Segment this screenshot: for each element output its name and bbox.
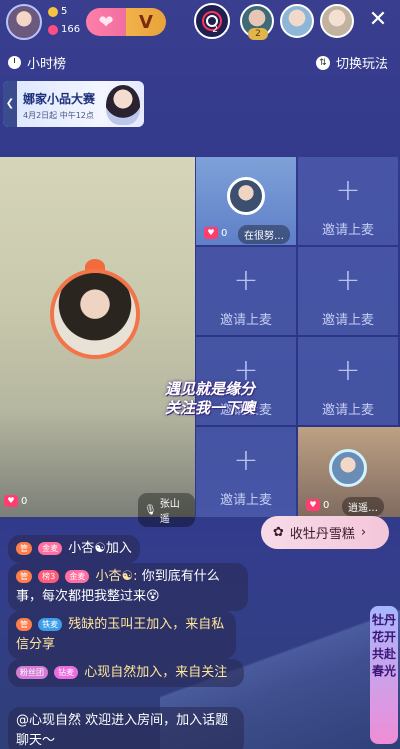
seat-name-tag: 逍遥…: [342, 497, 384, 516]
gold-mic-badge: 金麦: [65, 570, 90, 583]
diamond-mic-badge: 钻麦: [54, 666, 79, 679]
invite-label: 邀请上麦: [321, 403, 374, 418]
seat-8[interactable]: ♥ 0 逍遥…: [298, 427, 400, 517]
switch-mode-button[interactable]: ⇅ 切换玩法: [315, 53, 388, 72]
seat-name: 在很努…: [244, 231, 284, 242]
banner-portrait: [106, 85, 140, 125]
invite-seat[interactable]: + 邀请上麦: [298, 247, 398, 335]
heart-icon: ♥: [306, 499, 320, 511]
chat-message: 管 铁麦 残缺的玉叫王加入，来自私信分享: [8, 611, 236, 659]
invite-label: 邀请上麦: [321, 313, 374, 328]
gift-label: 收牡丹雪糕: [289, 527, 355, 542]
vip-pill[interactable]: ❤ V: [86, 8, 166, 36]
fans-count: 5: [61, 6, 68, 17]
close-button[interactable]: ✕: [366, 8, 390, 32]
heart-icon: [48, 24, 58, 35]
audience-badge: 2: [248, 28, 268, 40]
host-seat[interactable]: ♥ 0 🎙 张山遥: [0, 157, 195, 527]
fans-icon: [48, 6, 58, 17]
plus-icon: +: [233, 263, 259, 298]
chat-user[interactable]: 小杏☯:: [96, 569, 138, 584]
seat-name-tag: 在很努…: [238, 225, 290, 244]
plus-icon: +: [233, 443, 259, 478]
top-bar: 5 166 ❤ V 2 2 ✕: [0, 0, 400, 44]
host-avatar[interactable]: [6, 4, 42, 40]
seat-name: 逍遥…: [348, 503, 378, 514]
audience-avatar[interactable]: [320, 4, 354, 38]
host-hearts-value: 0: [21, 495, 28, 507]
gift-icon: ✿: [273, 525, 284, 540]
seat-hearts-value: 0: [221, 227, 228, 239]
slogan-line-1: 遇见就是缘分: [164, 380, 255, 398]
seat-hearts: ♥ 0: [306, 499, 329, 511]
admin-badge: 管: [16, 618, 32, 631]
slogan-line-2: 关注我一下噢: [164, 399, 255, 417]
rank-number: 2: [212, 25, 218, 35]
switch-mode-label: 切换玩法: [335, 57, 388, 72]
banner-title: 娜家小品大赛: [23, 92, 96, 106]
chat-message: @心现自然 欢迎进入房间，加入话题聊天～: [8, 707, 244, 749]
plus-icon: +: [335, 173, 361, 208]
collect-gift-button[interactable]: ✿ 收牡丹雪糕 ›: [261, 516, 389, 549]
iron-mic-badge: 铁麦: [38, 618, 63, 631]
host-hearts: ♥ 0: [4, 495, 27, 507]
seat-hearts-value: 0: [323, 499, 330, 511]
seat-avatar[interactable]: [329, 449, 367, 487]
admin-badge: 管: [16, 542, 32, 555]
heart-icon: ♥: [4, 495, 18, 507]
seat-avatar[interactable]: [227, 177, 265, 215]
chevron-left-icon[interactable]: ❮: [3, 81, 17, 127]
host-seat-avatar[interactable]: [50, 269, 140, 359]
plus-icon: +: [335, 353, 361, 388]
rank-badge: 榜3: [38, 570, 60, 583]
event-side-tag[interactable]: 牡丹花开 共赴春光: [370, 606, 398, 744]
switch-icon: ⇅: [315, 55, 330, 70]
v-badge-icon[interactable]: V: [126, 12, 166, 33]
seat-1[interactable]: ♥ 0 在很努…: [196, 157, 296, 245]
heart-count: 166: [61, 24, 81, 35]
admin-badge: 管: [16, 570, 32, 583]
fan-club-badge: 粉丝团: [16, 666, 48, 679]
invite-seat[interactable]: + 邀请上麦: [196, 427, 296, 517]
invite-label: 邀请上麦: [219, 313, 272, 328]
invite-seat[interactable]: + 邀请上麦: [196, 247, 296, 335]
invite-seat[interactable]: + 邀请上麦: [298, 337, 398, 425]
invite-label: 邀请上麦: [321, 223, 374, 238]
chat-text: 心现自然加入，来自关注: [84, 665, 228, 680]
invite-label: 邀请上麦: [219, 493, 272, 508]
hourly-rank-button[interactable]: 小时榜: [8, 53, 66, 72]
banner-subtitle: 4月2日起 中午12点: [23, 111, 94, 120]
mic-stage: ♥ 0 🎙 张山遥 ♥ 0 在很努… + 邀请上麦 + 邀请上麦 + 邀请上麦 …: [0, 157, 400, 527]
heart-stat: 166: [48, 24, 80, 35]
event-banner[interactable]: ❮ 娜家小品大赛 4月2日起 中午12点: [3, 81, 144, 127]
rank-button[interactable]: 2: [194, 3, 230, 39]
host-name-tag: 🎙 张山遥: [138, 493, 195, 527]
chat-text: 小杏☯加入: [68, 541, 132, 556]
audience-avatar[interactable]: [280, 4, 314, 38]
clock-icon: [8, 56, 21, 69]
heart-icon: ♥: [204, 227, 218, 239]
chat-message: 粉丝团 钻麦 心现自然加入，来自关注: [8, 659, 244, 687]
invite-seat[interactable]: + 邀请上麦: [298, 157, 398, 245]
plus-icon: +: [335, 263, 361, 298]
heart-gift-icon[interactable]: ❤: [86, 12, 126, 33]
chat-text: @心现自然 欢迎进入房间，加入话题聊天～: [16, 713, 229, 748]
hourly-rank-label: 小时榜: [27, 57, 67, 72]
stage-slogan: 遇见就是缘分 关注我一下噢: [150, 380, 270, 418]
seat-hearts: ♥ 0: [204, 227, 227, 239]
mic-icon: 🎙: [144, 504, 157, 516]
host-name: 张山遥: [159, 499, 180, 525]
chat-message: 管 金麦 小杏☯加入: [8, 535, 140, 563]
chevron-right-icon: ›: [360, 525, 367, 540]
chat-message: 管 榜3 金麦 小杏☯: 你到底有什么事，每次都把我整过来😵: [8, 563, 248, 611]
fans-stat: 5: [48, 6, 67, 17]
gold-mic-badge: 金麦: [38, 542, 63, 555]
